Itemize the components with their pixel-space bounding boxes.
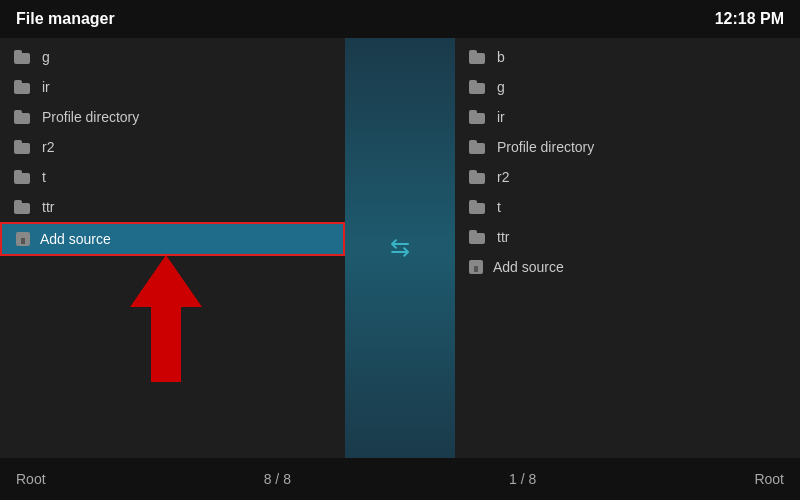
source-icon [469,260,483,274]
footer: Root 8 / 8 1 / 8 Root [0,458,800,500]
item-label: Add source [40,231,111,247]
transfer-icon: ⇆ [390,234,410,262]
left-pane-item[interactable]: t [0,162,345,192]
left-pane-item[interactable]: ir [0,72,345,102]
folder-icon [14,50,32,64]
folder-icon [14,170,32,184]
item-label: ttr [497,229,509,245]
right-pane-item[interactable]: r2 [455,162,800,192]
app-window: File manager 12:18 PM g ir Profile directo… [0,0,800,500]
item-label: ttr [42,199,54,215]
source-icon [16,232,30,246]
item-label: Profile directory [42,109,139,125]
item-label: ir [497,109,505,125]
left-pane: g ir Profile directory r2 t ttr Add source [0,38,345,458]
item-label: Profile directory [497,139,594,155]
folder-icon [469,200,487,214]
footer-right-label: Root [754,471,784,487]
right-pane-item[interactable]: ttr [455,222,800,252]
right-pane-item[interactable]: ir [455,102,800,132]
main-content: g ir Profile directory r2 t ttr Add source ⇆ b… [0,38,800,458]
item-label: t [42,169,46,185]
footer-left-count: 8 / 8 [264,471,291,487]
folder-icon [14,80,32,94]
left-pane-item[interactable]: g [0,42,345,72]
item-label: t [497,199,501,215]
app-title: File manager [16,10,115,28]
left-pane-item[interactable]: Profile directory [0,102,345,132]
right-pane-item[interactable]: g [455,72,800,102]
folder-icon [14,140,32,154]
right-pane-item[interactable]: t [455,192,800,222]
folder-icon [469,140,487,154]
folder-icon [469,50,487,64]
right-pane-item[interactable]: b [455,42,800,72]
folder-icon [14,200,32,214]
footer-left-label: Root [16,471,46,487]
header: File manager 12:18 PM [0,0,800,38]
item-label: b [497,49,505,65]
folder-icon [14,110,32,124]
footer-right-count: 1 / 8 [509,471,536,487]
folder-icon [469,230,487,244]
item-label: ir [42,79,50,95]
item-label: r2 [497,169,509,185]
item-label: g [42,49,50,65]
folder-icon [469,110,487,124]
right-pane-item[interactable]: Add source [455,252,800,282]
right-pane-item[interactable]: Profile directory [455,132,800,162]
folder-icon [469,80,487,94]
left-pane-item[interactable]: r2 [0,132,345,162]
item-label: r2 [42,139,54,155]
clock: 12:18 PM [715,10,784,28]
left-pane-item[interactable]: Add source [0,222,345,256]
right-pane: bg ir Profile directory r2 t ttr Add source [455,38,800,458]
item-label: g [497,79,505,95]
left-pane-item[interactable]: ttr [0,192,345,222]
item-label: Add source [493,259,564,275]
center-divider: ⇆ [345,38,455,458]
folder-icon [469,170,487,184]
